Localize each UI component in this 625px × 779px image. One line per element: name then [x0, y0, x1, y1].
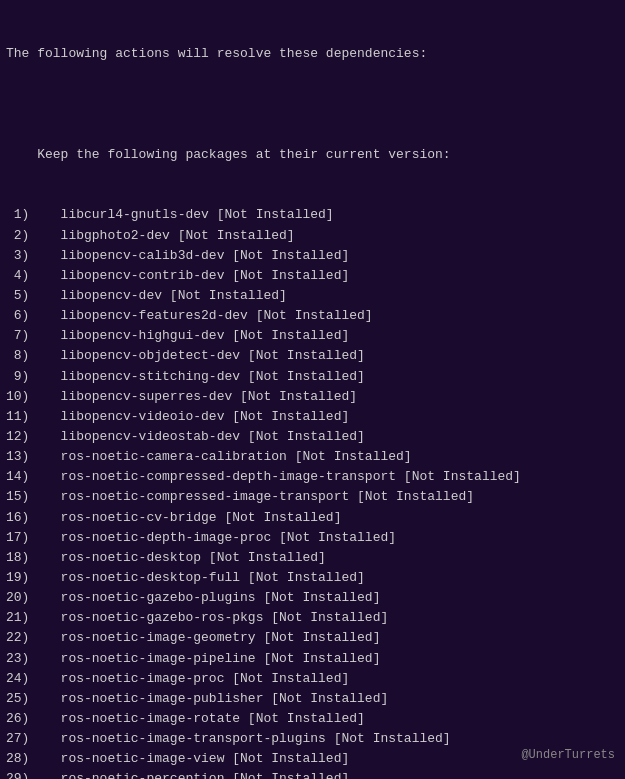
- watermark: @UnderTurrets: [521, 746, 615, 765]
- list-item: 10) libopencv-superres-dev [Not Installe…: [6, 387, 619, 407]
- list-item: 17) ros-noetic-depth-image-proc [Not Ins…: [6, 528, 619, 548]
- list-item: 19) ros-noetic-desktop-full [Not Install…: [6, 568, 619, 588]
- list-item: 23) ros-noetic-image-pipeline [Not Insta…: [6, 649, 619, 669]
- list-item: 25) ros-noetic-image-publisher [Not Inst…: [6, 689, 619, 709]
- list-item: 3) libopencv-calib3d-dev [Not Installed]: [6, 246, 619, 266]
- package-list: 1) libcurl4-gnutls-dev [Not Installed] 2…: [6, 205, 619, 779]
- list-item: 1) libcurl4-gnutls-dev [Not Installed]: [6, 205, 619, 225]
- list-item: 12) libopencv-videostab-dev [Not Install…: [6, 427, 619, 447]
- list-item: 20) ros-noetic-gazebo-plugins [Not Insta…: [6, 588, 619, 608]
- list-item: 6) libopencv-features2d-dev [Not Install…: [6, 306, 619, 326]
- list-item: 7) libopencv-highgui-dev [Not Installed]: [6, 326, 619, 346]
- list-item: 8) libopencv-objdetect-dev [Not Installe…: [6, 346, 619, 366]
- list-item: 14) ros-noetic-compressed-depth-image-tr…: [6, 467, 619, 487]
- list-item: 11) libopencv-videoio-dev [Not Installed…: [6, 407, 619, 427]
- list-item: 15) ros-noetic-compressed-image-transpor…: [6, 487, 619, 507]
- list-item: 26) ros-noetic-image-rotate [Not Install…: [6, 709, 619, 729]
- list-item: 22) ros-noetic-image-geometry [Not Insta…: [6, 628, 619, 648]
- list-item: 29) ros-noetic-perception [Not Installed…: [6, 769, 619, 779]
- header-line: The following actions will resolve these…: [6, 44, 619, 64]
- terminal-output: The following actions will resolve these…: [6, 4, 619, 779]
- list-item: 24) ros-noetic-image-proc [Not Installed…: [6, 669, 619, 689]
- list-item: 9) libopencv-stitching-dev [Not Installe…: [6, 367, 619, 387]
- list-item: 21) ros-noetic-gazebo-ros-pkgs [Not Inst…: [6, 608, 619, 628]
- list-item: 2) libgphoto2-dev [Not Installed]: [6, 226, 619, 246]
- list-item: 4) libopencv-contrib-dev [Not Installed]: [6, 266, 619, 286]
- list-item: 16) ros-noetic-cv-bridge [Not Installed]: [6, 508, 619, 528]
- list-item: 18) ros-noetic-desktop [Not Installed]: [6, 548, 619, 568]
- list-item: 5) libopencv-dev [Not Installed]: [6, 286, 619, 306]
- keep-header: Keep the following packages at their cur…: [6, 145, 619, 165]
- list-item: 13) ros-noetic-camera-calibration [Not I…: [6, 447, 619, 467]
